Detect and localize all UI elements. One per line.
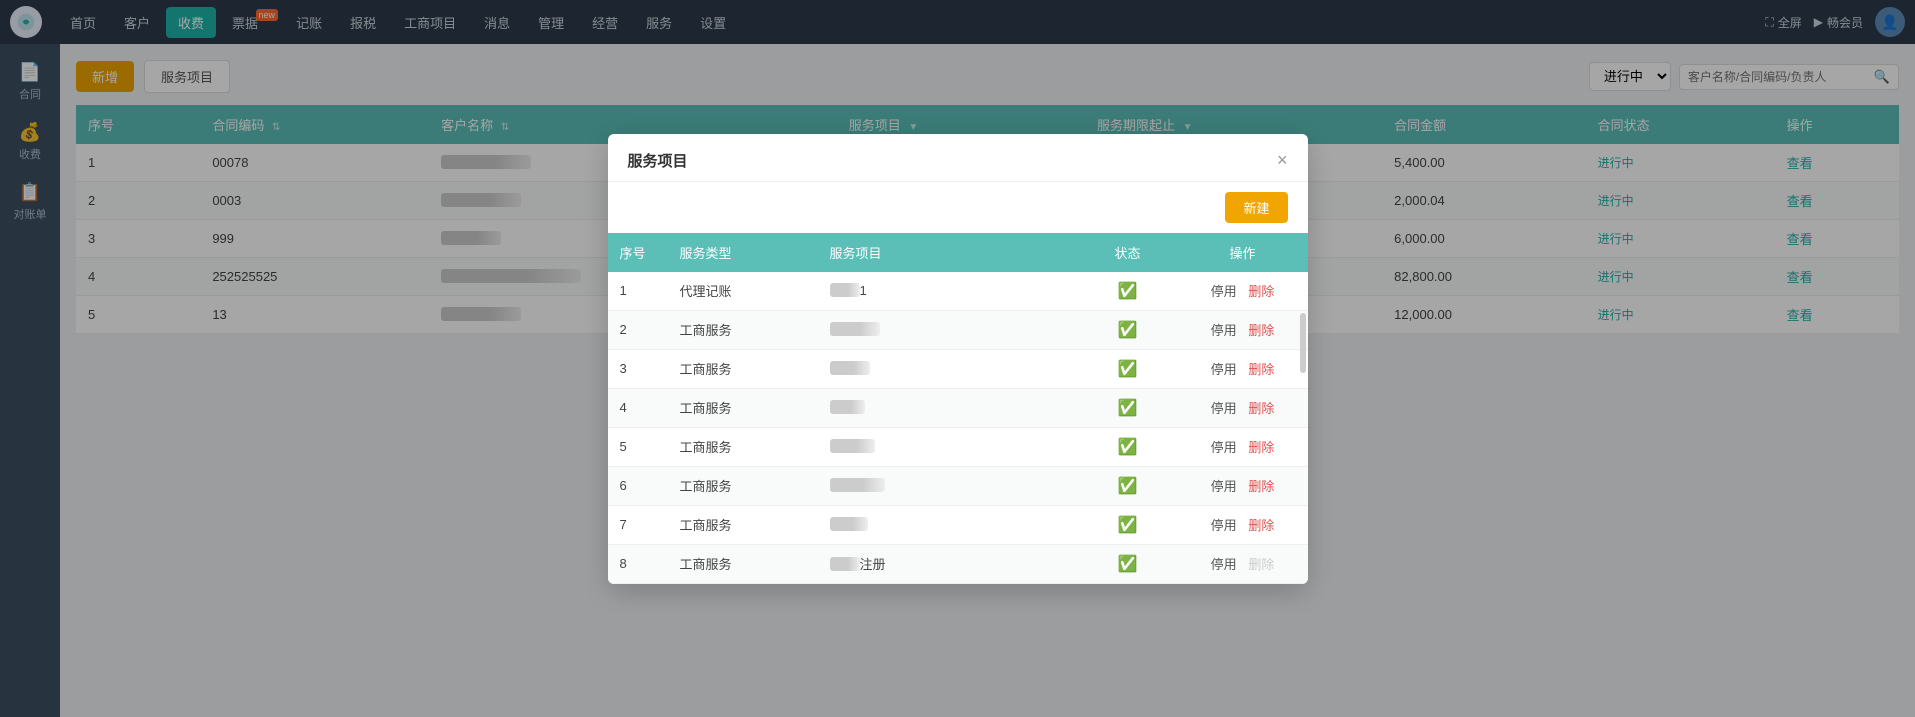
delete-button[interactable]: 删除 bbox=[1248, 284, 1274, 299]
modal-table-row: 3 工商服务 ✅ 停用 删除 bbox=[608, 349, 1308, 388]
modal-header: 服务项目 × bbox=[608, 134, 1308, 182]
stop-button[interactable]: 停用 bbox=[1211, 479, 1237, 494]
stop-button[interactable]: 停用 bbox=[1211, 401, 1237, 416]
modal-overlay[interactable]: 服务项目 × 新建 序号 服务类型 服务项目 状态 操作 bbox=[0, 0, 1915, 717]
modal-toolbar: 新建 bbox=[608, 182, 1308, 233]
delete-button[interactable]: 删除 bbox=[1248, 323, 1274, 338]
stop-button[interactable]: 停用 bbox=[1211, 440, 1237, 455]
modal-table-row: 2 工商服务 ✅ 停用 删除 bbox=[608, 310, 1308, 349]
modal-table-row: 8 工商服务 注册 ✅ 停用 删除 bbox=[608, 544, 1308, 583]
delete-button[interactable]: 删除 bbox=[1248, 362, 1274, 377]
service-items-table: 序号 服务类型 服务项目 状态 操作 1 代理记账 1 ✅ 停用 bbox=[608, 233, 1308, 584]
modal-new-button[interactable]: 新建 bbox=[1225, 192, 1287, 223]
modal-table-row: 6 工商服务 ✅ 停用 删除 bbox=[608, 466, 1308, 505]
scrollbar-thumb[interactable] bbox=[1300, 313, 1306, 373]
stop-button[interactable]: 停用 bbox=[1211, 557, 1237, 572]
modal-table-row: 5 工商服务 ✅ 停用 删除 bbox=[608, 427, 1308, 466]
stop-button[interactable]: 停用 bbox=[1211, 362, 1237, 377]
modal-table-row: 4 工商服务 ✅ 停用 删除 bbox=[608, 388, 1308, 427]
delete-button[interactable]: 删除 bbox=[1248, 401, 1274, 416]
service-item-modal: 服务项目 × 新建 序号 服务类型 服务项目 状态 操作 bbox=[608, 134, 1308, 584]
modal-col-seq: 序号 bbox=[608, 233, 668, 272]
delete-button[interactable]: 删除 bbox=[1248, 440, 1274, 455]
modal-col-status: 状态 bbox=[1078, 233, 1178, 272]
modal-body: 序号 服务类型 服务项目 状态 操作 1 代理记账 1 ✅ 停用 bbox=[608, 233, 1308, 584]
delete-button[interactable]: 删除 bbox=[1248, 518, 1274, 533]
stop-button[interactable]: 停用 bbox=[1211, 284, 1237, 299]
stop-button[interactable]: 停用 bbox=[1211, 518, 1237, 533]
delete-button[interactable]: 删除 bbox=[1248, 479, 1274, 494]
modal-table-row: 1 代理记账 1 ✅ 停用 删除 bbox=[608, 272, 1308, 311]
modal-title: 服务项目 bbox=[628, 150, 688, 171]
modal-close-button[interactable]: × bbox=[1277, 151, 1288, 169]
modal-table-row: 7 工商服务 ✅ 停用 删除 bbox=[608, 505, 1308, 544]
scrollbar-track bbox=[1300, 283, 1306, 584]
stop-button[interactable]: 停用 bbox=[1211, 323, 1237, 338]
delete-button-disabled: 删除 bbox=[1248, 557, 1274, 572]
modal-col-action: 操作 bbox=[1178, 233, 1308, 272]
status-check-icon: ✅ bbox=[1118, 283, 1138, 300]
modal-col-type: 服务类型 bbox=[668, 233, 818, 272]
modal-col-item: 服务项目 bbox=[818, 233, 1078, 272]
